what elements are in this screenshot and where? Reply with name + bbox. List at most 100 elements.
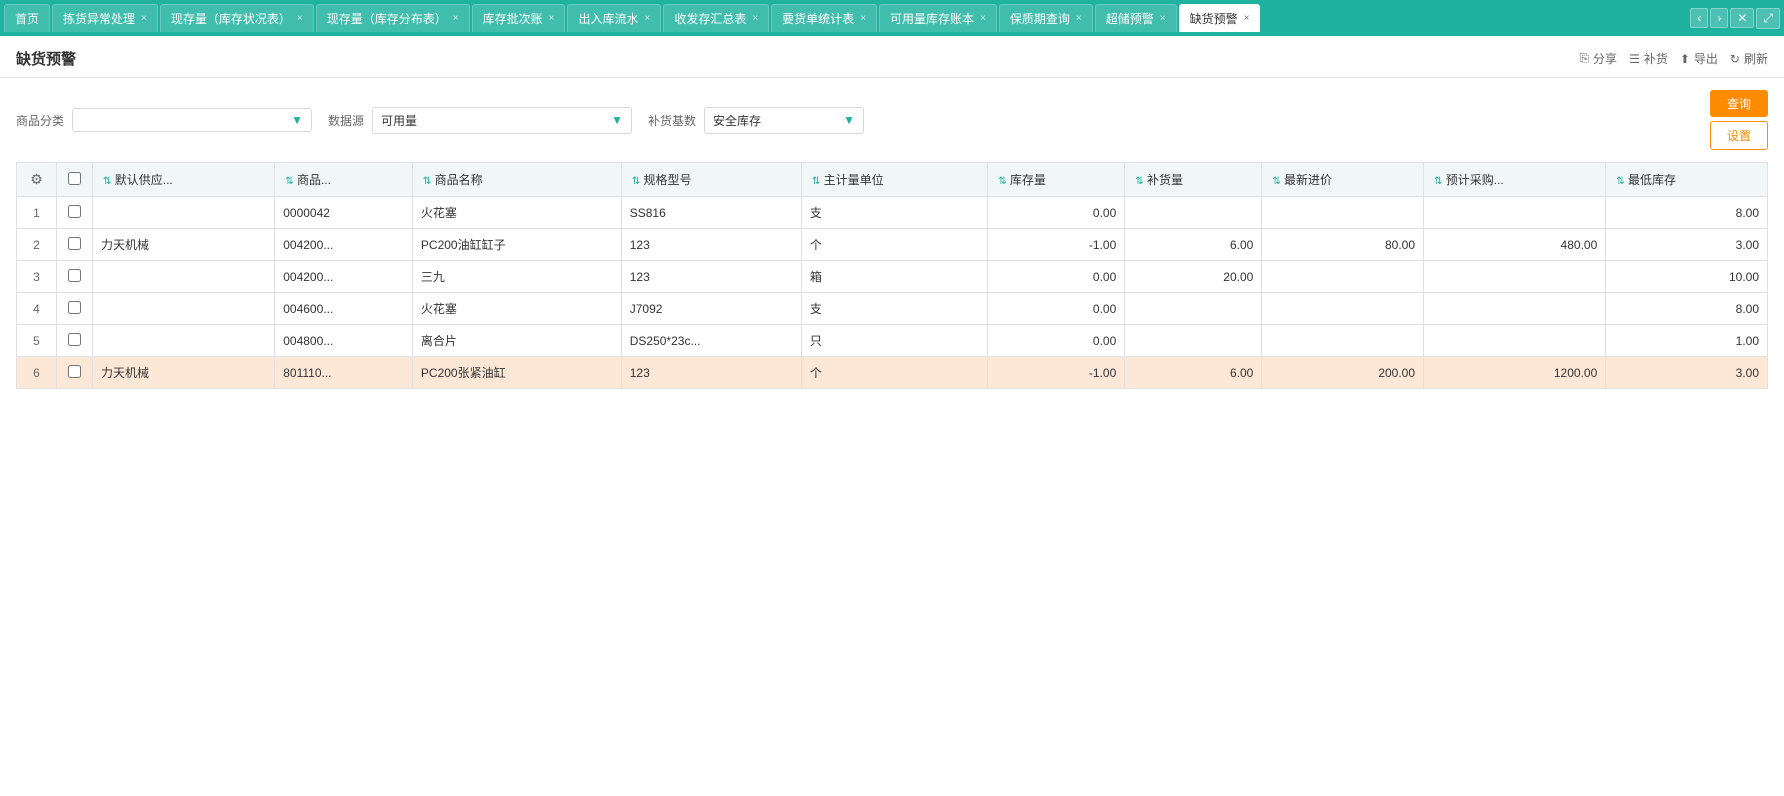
tab-next-button[interactable]: › <box>1710 8 1728 28</box>
row-supplier: 力天机械 <box>93 229 275 261</box>
close-available-tab[interactable]: × <box>980 13 986 24</box>
row-checkbox-cell[interactable] <box>57 261 93 293</box>
export-icon: ⬆ <box>1680 52 1690 66</box>
export-button[interactable]: ⬆ 导出 <box>1680 50 1718 67</box>
tab-restore-button[interactable]: ⤢ <box>1756 8 1780 29</box>
sort-stock-icon[interactable]: ⇅ <box>998 176 1006 187</box>
row-product-code: 004800... <box>275 325 413 357</box>
row-unit: 个 <box>801 229 987 261</box>
sort-price-icon[interactable]: ⇅ <box>1272 176 1280 187</box>
sort-replenish-icon[interactable]: ⇅ <box>1135 176 1143 187</box>
query-button[interactable]: 查询 <box>1710 90 1768 117</box>
row-checkbox[interactable] <box>68 237 81 250</box>
row-stock: 0.00 <box>988 325 1125 357</box>
category-select[interactable]: ▼ <box>72 108 312 132</box>
col-spec: ⇅ 规格型号 <box>621 163 801 197</box>
row-min-stock: 3.00 <box>1606 229 1768 261</box>
close-collect-tab[interactable]: × <box>752 13 758 24</box>
tab-collect[interactable]: 收发存汇总表 × <box>663 4 769 32</box>
tab-inventory-status[interactable]: 现存量（库存状况表） × <box>160 4 314 32</box>
settings-button[interactable]: 设置 <box>1710 121 1768 150</box>
table-header-row: ⚙ ⇅ 默认供应... ⇅ 商品... ⇅ 商品名称 <box>17 163 1768 197</box>
tab-exception[interactable]: 拣货异常处理 × <box>52 4 158 32</box>
tab-available[interactable]: 可用量库存账本 × <box>879 4 997 32</box>
close-demand-tab[interactable]: × <box>860 13 866 24</box>
row-replenish-qty: 20.00 <box>1125 261 1262 293</box>
row-supplier <box>93 261 275 293</box>
row-product-code: 801110... <box>275 357 413 389</box>
col-settings[interactable]: ⚙ <box>17 163 57 197</box>
row-checkbox-cell[interactable] <box>57 325 93 357</box>
sort-name-icon[interactable]: ⇅ <box>423 176 431 187</box>
row-checkbox[interactable] <box>68 301 81 314</box>
share-button[interactable]: ⎘ 分享 <box>1579 50 1617 67</box>
refresh-icon: ↻ <box>1730 52 1740 66</box>
close-expiry-tab[interactable]: × <box>1076 13 1082 24</box>
datasource-select[interactable]: 可用量 ▼ <box>372 107 632 134</box>
tab-close-all-button[interactable]: ✕ <box>1730 8 1754 28</box>
row-est-purchase <box>1424 325 1606 357</box>
row-min-stock: 1.00 <box>1606 325 1768 357</box>
close-shortage-tab[interactable]: × <box>1244 13 1250 24</box>
sort-code-icon[interactable]: ⇅ <box>285 176 293 187</box>
table-container: ⚙ ⇅ 默认供应... ⇅ 商品... ⇅ 商品名称 <box>0 162 1784 389</box>
gear-icon[interactable]: ⚙ <box>30 171 43 187</box>
select-all-checkbox[interactable] <box>68 172 81 185</box>
row-spec: 123 <box>621 229 801 261</box>
row-checkbox-cell[interactable] <box>57 229 93 261</box>
sort-supplier-icon[interactable]: ⇅ <box>103 176 111 187</box>
sort-min-icon[interactable]: ⇅ <box>1616 176 1624 187</box>
close-inventory-status-tab[interactable]: × <box>297 13 303 24</box>
row-est-purchase <box>1424 293 1606 325</box>
row-checkbox[interactable] <box>68 333 81 346</box>
row-stock: -1.00 <box>988 229 1125 261</box>
col-checkbox[interactable] <box>57 163 93 197</box>
tab-flow[interactable]: 出入库流水 × <box>567 4 661 32</box>
tab-expiry[interactable]: 保质期查询 × <box>999 4 1093 32</box>
tab-demand[interactable]: 要货单统计表 × <box>771 4 877 32</box>
row-checkbox-cell[interactable] <box>57 197 93 229</box>
table-row: 1 0000042 火花塞 SS816 支 0.00 8.00 <box>17 197 1768 229</box>
close-flow-tab[interactable]: × <box>644 13 650 24</box>
row-checkbox[interactable] <box>68 365 81 378</box>
sort-spec-icon[interactable]: ⇅ <box>632 176 640 187</box>
tab-overstock[interactable]: 超储预警 × <box>1095 4 1177 32</box>
close-inventory-dist-tab[interactable]: × <box>453 13 459 24</box>
replenish-arrow-icon: ▼ <box>843 113 855 127</box>
row-product-code: 004200... <box>275 229 413 261</box>
col-product-code: ⇅ 商品... <box>275 163 413 197</box>
col-product-name: ⇅ 商品名称 <box>412 163 621 197</box>
page-header: 缺货预警 ⎘ 分享 ☰ 补货 ⬆ 导出 ↻ 刷新 <box>0 36 1784 78</box>
refresh-button[interactable]: ↻ 刷新 <box>1730 50 1768 67</box>
share-icon: ⎘ <box>1579 51 1589 66</box>
replenish-select[interactable]: 安全库存 ▼ <box>704 107 864 134</box>
row-product-code: 004200... <box>275 261 413 293</box>
row-spec: 123 <box>621 357 801 389</box>
sort-unit-icon[interactable]: ⇅ <box>812 176 820 187</box>
row-checkbox[interactable] <box>68 205 81 218</box>
row-product-name: 离合片 <box>412 325 621 357</box>
sort-est-icon[interactable]: ⇅ <box>1434 176 1442 187</box>
row-checkbox[interactable] <box>68 269 81 282</box>
row-supplier <box>93 197 275 229</box>
tab-inventory-dist[interactable]: 现存量（库存分布表） × <box>316 4 470 32</box>
row-product-name: 火花塞 <box>412 293 621 325</box>
row-checkbox-cell[interactable] <box>57 357 93 389</box>
row-min-stock: 8.00 <box>1606 197 1768 229</box>
row-est-purchase <box>1424 197 1606 229</box>
row-latest-price <box>1262 325 1424 357</box>
row-stock: -1.00 <box>988 357 1125 389</box>
tab-shortage[interactable]: 缺货预警 × <box>1179 4 1261 32</box>
row-product-code: 0000042 <box>275 197 413 229</box>
replenish-button[interactable]: ☰ 补货 <box>1629 50 1668 67</box>
close-batch-tab[interactable]: × <box>549 13 555 24</box>
close-exception-tab[interactable]: × <box>141 13 147 24</box>
tab-home[interactable]: 首页 <box>4 4 50 32</box>
col-min-stock: ⇅ 最低库存 <box>1606 163 1768 197</box>
tab-batch[interactable]: 库存批次账 × <box>472 4 566 32</box>
row-checkbox-cell[interactable] <box>57 293 93 325</box>
tab-prev-button[interactable]: ‹ <box>1690 8 1708 28</box>
data-table: ⚙ ⇅ 默认供应... ⇅ 商品... ⇅ 商品名称 <box>16 162 1768 389</box>
row-product-name: PC200张紧油缸 <box>412 357 621 389</box>
close-overstock-tab[interactable]: × <box>1160 13 1166 24</box>
